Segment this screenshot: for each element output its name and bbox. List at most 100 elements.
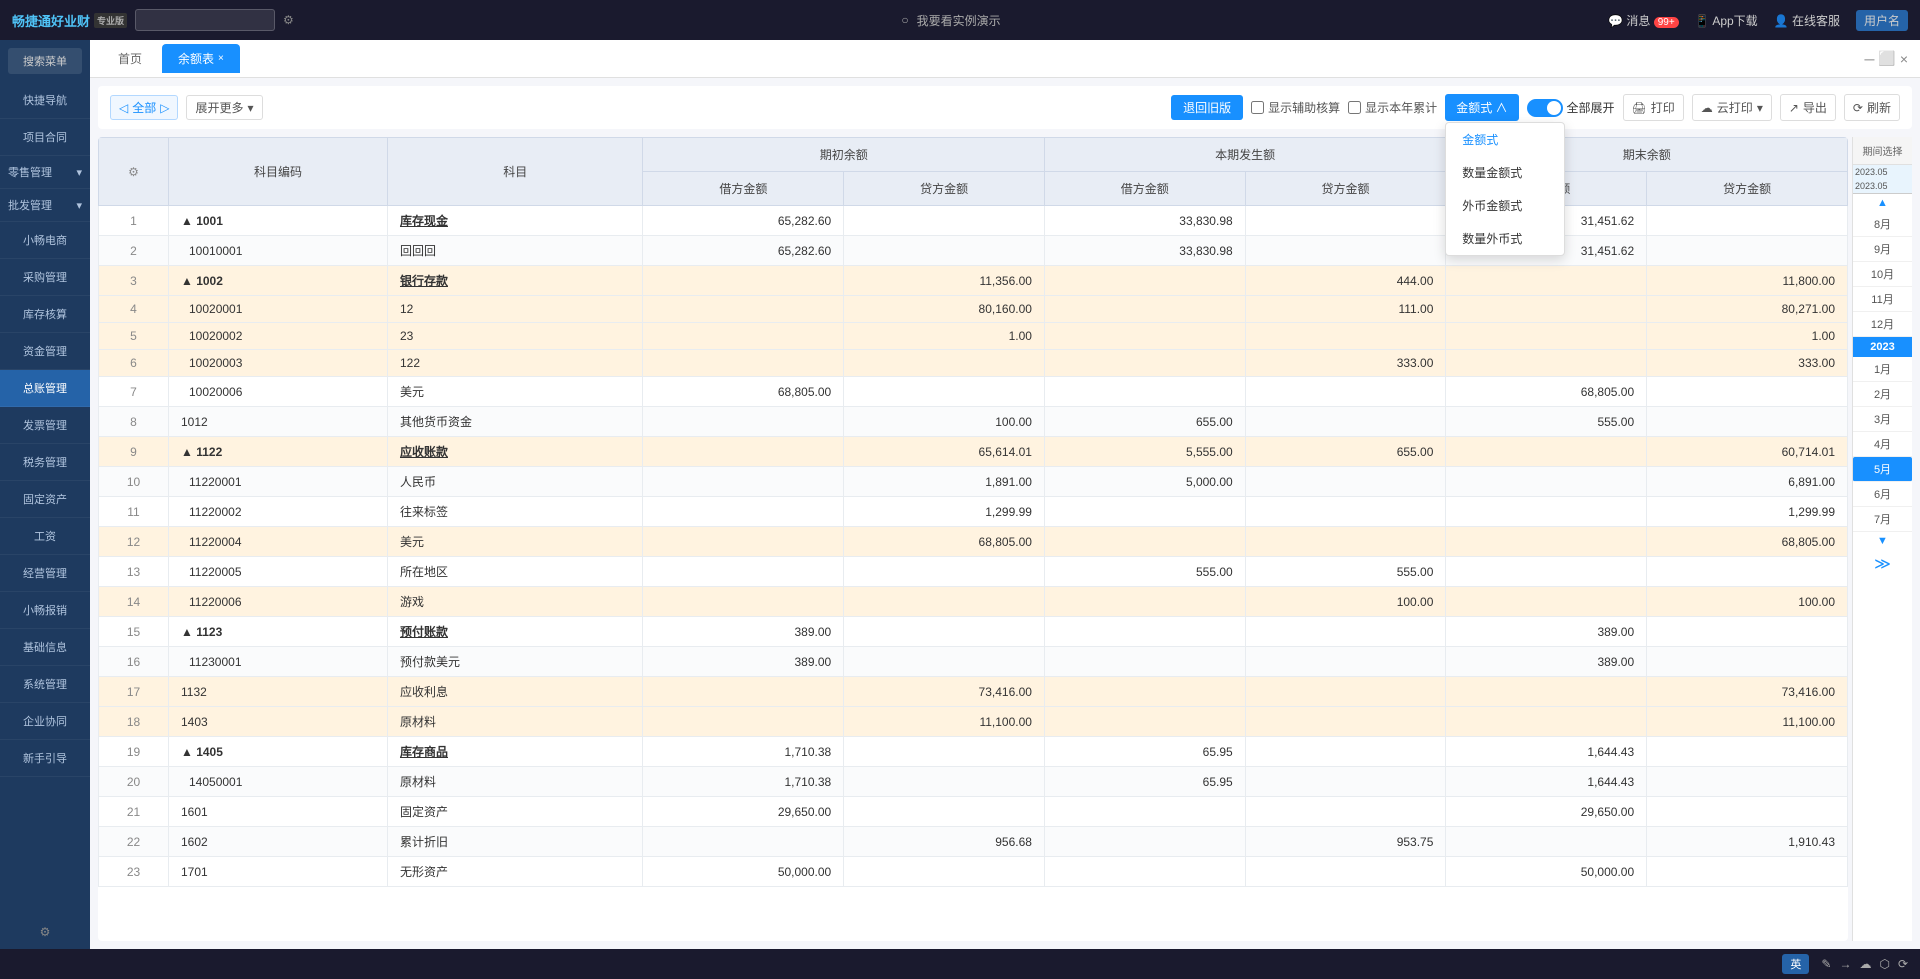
date-month-6[interactable]: 6月 [1853,482,1912,507]
date-month-9[interactable]: 9月 [1853,237,1912,262]
sidebar-item-system[interactable]: 系统管理 [0,666,90,703]
table-row[interactable]: 16 11230001 预付款美元 389.00 389.00 [99,647,1848,677]
show-year-checkbox[interactable] [1348,101,1361,114]
sidebar-search-btn[interactable]: 搜索菜单 [8,48,82,74]
refresh-btn[interactable]: ⟳ 刷新 [1844,94,1900,121]
show-auxiliary-checkbox[interactable] [1251,101,1264,114]
message-icon[interactable]: 💬 消息 99+ [1608,12,1679,29]
date-month-4[interactable]: 4月 [1853,432,1912,457]
sync-icon[interactable]: ⟳ [1898,957,1908,971]
print-btn[interactable]: 🖨 打印 [1623,94,1684,121]
date-month-12[interactable]: 12月 [1853,312,1912,337]
sidebar-item-invoice[interactable]: 发票管理 [0,407,90,444]
sidebar-item-project[interactable]: 项目合同 [0,119,90,156]
show-auxiliary-label[interactable]: 显示辅助核算 [1251,99,1340,116]
table-row[interactable]: 12 11220004 美元 68,805.00 68,805.00 [99,527,1848,557]
toggle-track[interactable] [1527,99,1563,117]
table-row[interactable]: 1 ▲ 1001 库存现金 65,282.60 33,830.98 31,451… [99,206,1848,236]
tab-home[interactable]: 首页 [102,44,158,73]
table-row[interactable]: 9 ▲ 1122 应收账款 65,614.01 5,555.00 655.00 … [99,437,1848,467]
table-row[interactable]: 2 10010001 回回回 65,282.60 33,830.98 31,45… [99,236,1848,266]
user-avatar[interactable]: 用户名 [1856,10,1908,31]
sidebar-item-collab[interactable]: 企业协同 [0,703,90,740]
export-btn[interactable]: ↗ 导出 [1780,94,1836,121]
date-month-5[interactable]: 5月 [1853,457,1912,482]
date-month-10[interactable]: 10月 [1853,262,1912,287]
sidebar-item-base-info[interactable]: 基础信息 [0,629,90,666]
sidebar-settings-btn[interactable]: ⚙ [0,915,90,949]
table-row[interactable]: 17 1132 应收利息 73,416.00 73,416.00 [99,677,1848,707]
table-row[interactable]: 18 1403 原材料 11,100.00 11,100.00 [99,707,1848,737]
return-old-btn[interactable]: 退回旧版 [1171,95,1243,120]
table-row[interactable]: 23 1701 无形资产 50,000.00 50,000.00 [99,857,1848,887]
table-row[interactable]: 22 1602 累计折旧 956.68 953.75 1,910.43 [99,827,1848,857]
sidebar-item-purchase[interactable]: 采购管理 [0,259,90,296]
view-mode-btn[interactable]: 金额式 ∧ [1445,94,1518,121]
sidebar-item-ops[interactable]: 经营管理 [0,555,90,592]
cloud-print-btn[interactable]: ☁ 云打印 ▾ [1692,94,1772,121]
table-wrapper[interactable]: ⚙ 科目编码 科目 期初余额 本期发生额 期末余额 借方金额 贷方金额 [98,137,1848,941]
sidebar-item-ecommerce[interactable]: 小畅电商 [0,222,90,259]
sidebar-item-salary[interactable]: 工资 [0,518,90,555]
date-nav-up[interactable]: ▲ [1853,194,1912,212]
td-name: 预付账款 [387,617,642,647]
table-row[interactable]: 13 11220005 所在地区 555.00 555.00 [99,557,1848,587]
show-year-label[interactable]: 显示本年累计 [1348,99,1437,116]
table-row[interactable]: 11 11220002 往来标签 1,299.99 1,299.99 [99,497,1848,527]
date-month-1[interactable]: 1月 [1853,357,1912,382]
dropdown-item-qty-foreign[interactable]: 数量外币式 [1446,222,1564,255]
service-btn[interactable]: 👤 在线客服 [1774,12,1840,29]
date-month-8[interactable]: 8月 [1853,212,1912,237]
sidebar-item-inventory[interactable]: 库存核算 [0,296,90,333]
table-row[interactable]: 8 1012 其他货币资金 100.00 655.00 555.00 [99,407,1848,437]
table-row[interactable]: 7 10020006 美元 68,805.00 68,805.00 [99,377,1848,407]
table-row[interactable]: 15 ▲ 1123 预付账款 389.00 389.00 [99,617,1848,647]
top-search-input[interactable] [135,9,275,31]
window-restore-btn[interactable]: ⬜ [1878,50,1895,67]
date-month-11[interactable]: 11月 [1853,287,1912,312]
window-close-btn[interactable]: × [1900,50,1908,67]
download-btn[interactable]: 📱 App下载 [1695,12,1758,29]
tab-balance[interactable]: 余额表 × [162,44,240,73]
dropdown-item-qty-amount[interactable]: 数量金额式 [1446,156,1564,189]
expand-btn[interactable]: 展开更多 ▾ [186,95,262,120]
lang-btn[interactable]: 英 [1782,954,1809,974]
edit-icon[interactable]: ✎ [1821,957,1831,971]
table-row[interactable]: 10 11220001 人民币 1,891.00 5,000.00 6,891.… [99,467,1848,497]
table-row[interactable]: 14 11220006 游戏 100.00 100.00 [99,587,1848,617]
expand-all-toggle[interactable]: 全部展开 [1527,99,1615,117]
sidebar-item-quick-nav[interactable]: 快捷导航 [0,82,90,119]
sidebar-item-tax[interactable]: 税务管理 [0,444,90,481]
dropdown-item-foreign-amount[interactable]: 外币金额式 [1446,189,1564,222]
table-row[interactable]: 3 ▲ 1002 银行存款 11,356.00 444.00 11,800.00 [99,266,1848,296]
th-settings[interactable]: ⚙ [99,138,169,206]
hex-icon[interactable]: ⬡ [1879,957,1889,971]
breadcrumb-btn[interactable]: ◁ 全部 ▷ [110,95,178,120]
date-month-2[interactable]: 2月 [1853,382,1912,407]
tab-close-icon[interactable]: × [218,53,224,64]
sidebar-item-expense[interactable]: 小畅报销 [0,592,90,629]
table-row[interactable]: 4 10020001 12 80,160.00 111.00 80,271.00 [99,296,1848,323]
loop-icon[interactable]: → [1839,957,1851,971]
date-month-3[interactable]: 3月 [1853,407,1912,432]
window-minimize-btn[interactable]: ─ [1864,50,1874,67]
sidebar-item-ledger[interactable]: 总账管理 [0,370,90,407]
sidebar-item-assets[interactable]: 固定资产 [0,481,90,518]
table-settings-icon[interactable]: ⚙ [128,165,139,179]
date-collapse-icon[interactable]: ≫ [1853,550,1912,578]
table-row[interactable]: 6 10020003 122 333.00 333.00 [99,350,1848,377]
table-row[interactable]: 5 10020002 23 1.00 1.00 [99,323,1848,350]
dropdown-item-amount[interactable]: 金额式 [1446,123,1564,156]
top-settings-icon[interactable]: ⚙ [283,13,294,27]
sidebar-item-capital[interactable]: 资金管理 [0,333,90,370]
cloud-icon[interactable]: ☁ [1859,957,1871,971]
demo-btn[interactable]: 我要看实例演示 [917,12,1001,29]
sidebar-item-wholesale[interactable]: 批发管理 ▾ [0,189,90,222]
date-nav-down[interactable]: ▼ [1853,532,1912,550]
table-row[interactable]: 21 1601 固定资产 29,650.00 29,650.00 [99,797,1848,827]
sidebar-item-retail[interactable]: 零售管理 ▾ [0,156,90,189]
date-month-7[interactable]: 7月 [1853,507,1912,532]
table-row[interactable]: 20 14050001 原材料 1,710.38 65.95 1,644.43 [99,767,1848,797]
table-row[interactable]: 19 ▲ 1405 库存商品 1,710.38 65.95 1,644.43 [99,737,1848,767]
sidebar-item-guide[interactable]: 新手引导 [0,740,90,777]
